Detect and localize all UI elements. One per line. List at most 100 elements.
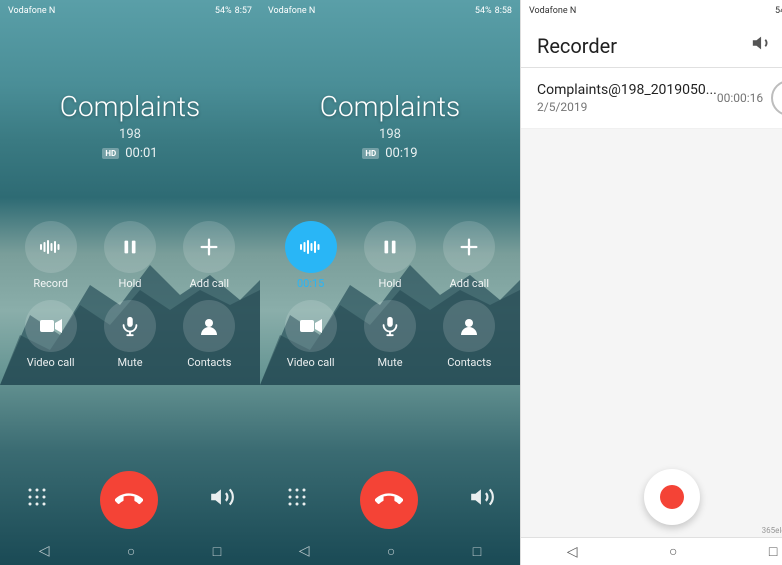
mute-button-2[interactable]: Mute	[355, 300, 424, 369]
back-nav-2[interactable]: ◁	[299, 543, 310, 559]
volume-icon[interactable]	[751, 32, 773, 59]
add-call-button-2[interactable]: Add call	[435, 221, 504, 290]
bottom-bar-1	[0, 463, 260, 537]
mute-icon-2	[379, 315, 401, 337]
end-call-icon-2	[375, 486, 403, 514]
mute-button-1[interactable]: Mute	[95, 300, 164, 369]
status-left-2: Vodafone N	[268, 6, 315, 16]
waveform-icon-1	[39, 235, 63, 259]
dialpad-icon-1	[25, 485, 49, 509]
recents-nav-2[interactable]: □	[473, 543, 481, 560]
recorder-fab-area: 365electric.com	[521, 457, 782, 537]
recorder-recents-nav[interactable]: □	[769, 543, 777, 560]
dialpad-button-1[interactable]	[25, 485, 49, 515]
play-button[interactable]	[771, 80, 782, 116]
video-icon-1	[39, 316, 63, 336]
add-call-icon-2	[458, 236, 480, 258]
contacts-icon-1	[197, 315, 221, 337]
video-call-icon-wrap-1	[25, 300, 77, 352]
hd-badge-2: HD	[362, 148, 379, 159]
video-call-button-1[interactable]: Video call	[16, 300, 85, 369]
recording-info: Complaints@198_2019050... 2/5/2019	[537, 82, 717, 114]
battery-2: 54%	[475, 6, 492, 16]
phone-screen-2: Vodafone N 54% 8:58 Complaints 198 HD 00…	[260, 0, 520, 565]
contacts-label-1: Contacts	[187, 356, 231, 369]
recorder-header: Recorder	[521, 22, 782, 68]
record-timer-label-2: 00:15	[297, 277, 324, 290]
time-1: 8:57	[235, 6, 252, 16]
contacts-icon-wrap-1	[183, 300, 235, 352]
hold-icon-wrap-1	[104, 221, 156, 273]
recorder-title: Recorder	[537, 34, 617, 58]
recording-list: Complaints@198_2019050... 2/5/2019 00:00…	[521, 68, 782, 457]
mute-label-1: Mute	[117, 356, 142, 369]
hold-icon-wrap-2	[364, 221, 416, 273]
contacts-icon-2	[457, 315, 481, 337]
call-duration-row-2: HD 00:19	[362, 146, 417, 161]
recorder-panel: Vodafone N 54% 8:58 Recorder Comp	[520, 0, 782, 565]
add-call-label-1: Add call	[190, 277, 229, 290]
dialpad-icon-2	[285, 485, 309, 509]
speaker-button-2[interactable]	[469, 484, 495, 516]
watermark: 365electric.com	[762, 526, 782, 535]
recording-date: 2/5/2019	[537, 100, 717, 114]
video-icon-2	[299, 316, 323, 336]
record-fab-button[interactable]	[644, 469, 700, 525]
recorder-status-bar: Vodafone N 54% 8:58	[521, 0, 782, 22]
speaker-icon-2	[469, 484, 495, 510]
nav-bar-1: ◁ ○ □	[0, 537, 260, 565]
hold-button-2[interactable]: Hold	[355, 221, 424, 290]
hold-button-1[interactable]: Hold	[95, 221, 164, 290]
contacts-button-1[interactable]: Contacts	[175, 300, 244, 369]
recorder-carrier: Vodafone N	[529, 6, 576, 16]
record-icon-wrap-1	[25, 221, 77, 273]
record-icon-wrap-2	[285, 221, 337, 273]
mute-label-2: Mute	[377, 356, 402, 369]
call-number-2: 198	[379, 127, 401, 142]
speaker-button-1[interactable]	[209, 484, 235, 516]
speaker-icon-1	[209, 484, 235, 510]
add-call-button-1[interactable]: Add call	[175, 221, 244, 290]
call-name-1: Complaints	[60, 90, 200, 123]
mute-icon-1	[119, 315, 141, 337]
dialpad-button-2[interactable]	[285, 485, 309, 515]
back-nav-1[interactable]: ◁	[39, 543, 50, 559]
contacts-label-2: Contacts	[447, 356, 491, 369]
mute-icon-wrap-2	[364, 300, 416, 352]
nav-bar-2: ◁ ○ □	[260, 537, 520, 565]
action-grid-2: 00:15 Hold	[260, 221, 520, 369]
recording-item[interactable]: Complaints@198_2019050... 2/5/2019 00:00…	[521, 68, 782, 129]
record-button-1[interactable]: Record	[16, 221, 85, 290]
contacts-button-2[interactable]: Contacts	[435, 300, 504, 369]
recorder-home-nav[interactable]: ○	[669, 543, 677, 560]
time-2: 8:58	[495, 6, 512, 16]
hold-label-2: Hold	[378, 277, 401, 290]
video-call-label-2: Video call	[287, 356, 335, 369]
add-call-icon-1	[198, 236, 220, 258]
call-duration-row-1: HD 00:01	[102, 146, 157, 161]
end-call-button-2[interactable]	[360, 471, 418, 529]
call-name-2: Complaints	[320, 90, 460, 123]
mute-icon-wrap-1	[104, 300, 156, 352]
waveform-icon-2	[299, 235, 323, 259]
recorder-nav-bar: ◁ ○ □	[521, 537, 782, 565]
recorder-header-icons	[751, 32, 782, 59]
call-timer-1: 00:01	[125, 146, 157, 161]
add-call-icon-wrap-2	[443, 221, 495, 273]
home-nav-2[interactable]: ○	[387, 543, 395, 560]
hold-icon-1	[119, 236, 141, 258]
home-nav-1[interactable]: ○	[127, 543, 135, 560]
recorder-back-nav[interactable]: ◁	[567, 544, 578, 560]
status-bar-2: Vodafone N 54% 8:58	[260, 0, 520, 22]
end-call-button-1[interactable]	[100, 471, 158, 529]
record-button-2[interactable]: 00:15	[276, 221, 345, 290]
video-call-button-2[interactable]: Video call	[276, 300, 345, 369]
record-label-1: Record	[33, 277, 67, 290]
hold-icon-2	[379, 236, 401, 258]
status-right-1: 54% 8:57	[215, 6, 252, 16]
phone-screen-1: Vodafone N 54% 8:57 Complaints 198 HD 00…	[0, 0, 260, 565]
volume-svg	[751, 32, 773, 54]
recents-nav-1[interactable]: □	[213, 543, 221, 560]
call-number-1: 198	[119, 127, 141, 142]
carrier-1: Vodafone N	[8, 6, 55, 16]
